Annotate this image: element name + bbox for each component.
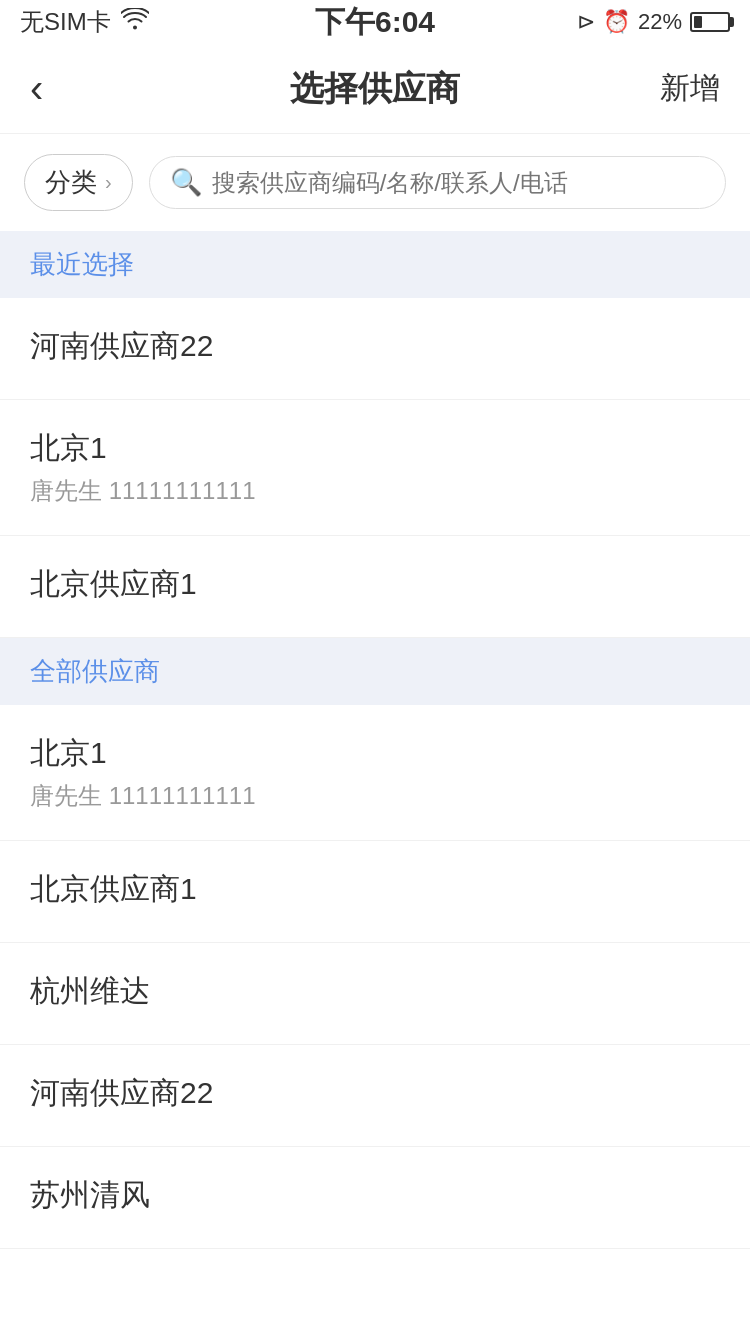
- recent-section-header: 最近选择: [0, 231, 750, 298]
- page-title: 选择供应商: [290, 66, 460, 112]
- alarm-icon: ⏰: [603, 9, 630, 35]
- item-name: 河南供应商22: [30, 1073, 720, 1114]
- all-section-header: 全部供应商: [0, 638, 750, 705]
- recent-list: 河南供应商22 北京1 唐先生 11111111111 北京供应商1: [0, 298, 750, 638]
- battery-icon: [690, 12, 730, 32]
- chevron-right-icon: ›: [105, 171, 112, 194]
- item-name: 北京1: [30, 733, 720, 774]
- item-name: 河南供应商22: [30, 326, 720, 367]
- item-name: 北京供应商1: [30, 869, 720, 910]
- add-button[interactable]: 新增: [660, 68, 720, 109]
- wifi-icon: [121, 8, 149, 36]
- all-list-item[interactable]: 杭州维达: [0, 943, 750, 1045]
- item-sub: 唐先生 11111111111: [30, 475, 720, 507]
- search-input[interactable]: [212, 169, 705, 197]
- all-list-item[interactable]: 北京供应商1: [0, 841, 750, 943]
- carrier-text: 无SIM卡: [20, 6, 111, 38]
- recent-header-text: 最近选择: [30, 249, 134, 279]
- location-icon: ⊳: [577, 9, 595, 35]
- status-time: 下午6:04: [315, 2, 435, 43]
- category-label: 分类: [45, 165, 97, 200]
- recent-list-item[interactable]: 北京1 唐先生 11111111111: [0, 400, 750, 536]
- all-list: 北京1 唐先生 11111111111 北京供应商1 杭州维达河南供应商22 苏州清风: [0, 705, 750, 1249]
- all-header-text: 全部供应商: [30, 656, 160, 686]
- nav-bar: ‹ 选择供应商 新增: [0, 44, 750, 134]
- recent-list-item[interactable]: 北京供应商1: [0, 536, 750, 638]
- item-sub: 唐先生 11111111111: [30, 780, 720, 812]
- battery-percent: 22%: [638, 9, 682, 35]
- item-name: 北京1: [30, 428, 720, 469]
- status-bar: 无SIM卡 下午6:04 ⊳ ⏰ 22%: [0, 0, 750, 44]
- back-button[interactable]: ‹: [30, 66, 90, 111]
- status-left: 无SIM卡: [20, 6, 149, 38]
- search-bar: 分类 › 🔍: [0, 134, 750, 231]
- item-name: 苏州清风: [30, 1175, 720, 1216]
- all-list-item[interactable]: 北京1 唐先生 11111111111: [0, 705, 750, 841]
- recent-list-item[interactable]: 河南供应商22: [0, 298, 750, 400]
- status-right: ⊳ ⏰ 22%: [577, 9, 730, 35]
- search-icon: 🔍: [170, 167, 202, 198]
- all-list-item[interactable]: 河南供应商22: [0, 1045, 750, 1147]
- item-name: 北京供应商1: [30, 564, 720, 605]
- category-button[interactable]: 分类 ›: [24, 154, 133, 211]
- item-name: 杭州维达: [30, 971, 720, 1012]
- all-list-item[interactable]: 苏州清风: [0, 1147, 750, 1249]
- search-input-wrap[interactable]: 🔍: [149, 156, 726, 209]
